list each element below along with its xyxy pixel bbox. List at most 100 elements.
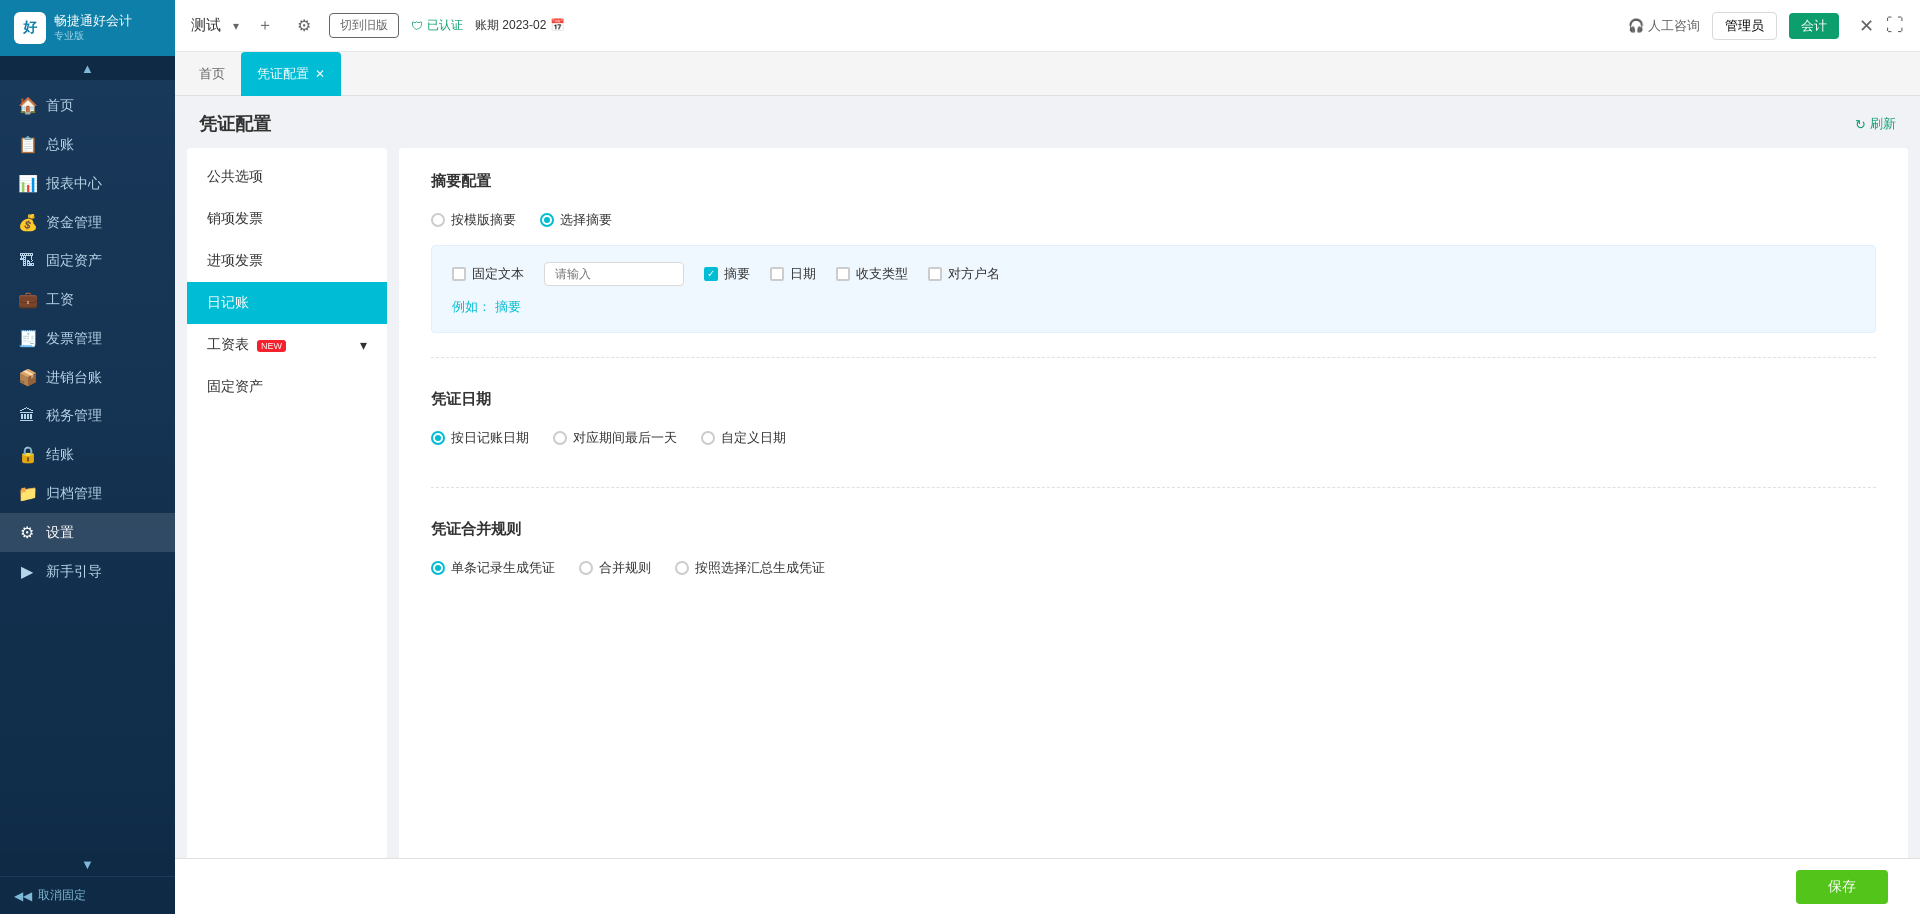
left-nav-public[interactable]: 公共选项 [187,156,387,198]
sidebar-label-capital: 资金管理 [46,214,102,232]
consult-button[interactable]: 🎧 人工咨询 [1628,17,1700,35]
section-summary: 摘要配置 按模版摘要 选择摘要 [431,172,1876,358]
headset-icon: 🎧 [1628,18,1644,33]
sidebar-scroll-up[interactable]: ▲ [0,56,175,80]
tax-icon: 🏛 [18,407,36,425]
sidebar-item-home[interactable]: 🏠 首页 [0,86,175,125]
example-text: 例如： 摘要 [452,298,1855,316]
radio-by-template[interactable]: 按模版摘要 [431,211,516,229]
ledger-icon: 📋 [18,135,36,154]
period-label: 账期 2023-02 📅 [475,17,565,34]
checkbox-date-box [770,267,784,281]
radio-by-journal-date[interactable]: 按日记账日期 [431,429,529,447]
radio-merge-rules[interactable]: 合并规则 [579,559,651,577]
left-nav-journal[interactable]: 日记账 [187,282,387,324]
main-content: 凭证配置 ↻ 刷新 公共选项 销项发票 进项发票 日记账 [175,96,1920,914]
sidebar-item-capital[interactable]: 💰 资金管理 [0,203,175,242]
save-button[interactable]: 保存 [1796,870,1888,904]
right-content: 摘要配置 按模版摘要 选择摘要 [399,148,1908,902]
checkbox-summary[interactable]: 摘要 [704,265,750,283]
left-nav-payroll-table[interactable]: 工资表 NEW ▾ [187,324,387,366]
consult-label: 人工咨询 [1648,17,1700,35]
radio-single-record[interactable]: 单条记录生成凭证 [431,559,555,577]
sidebar-item-settings[interactable]: ⚙ 设置 [0,513,175,552]
checkbox-date[interactable]: 日期 [770,265,816,283]
radio-custom-date[interactable]: 自定义日期 [701,429,786,447]
logo-text-block: 畅捷通好会计 专业版 [54,13,132,44]
sidebar-item-ledger[interactable]: 📋 总账 [0,125,175,164]
radio-custom-date-label: 自定义日期 [721,429,786,447]
switch-old-version-button[interactable]: 切到旧版 [329,13,399,38]
left-nav-fixed-assets[interactable]: 固定资产 [187,366,387,408]
assets-icon: 🏗 [18,252,36,270]
admin-button[interactable]: 管理员 [1712,12,1777,40]
tab-voucher-config[interactable]: 凭证配置 ✕ [241,52,341,96]
sidebar-label-archive: 归档管理 [46,485,102,503]
radio-period-last-day-label: 对应期间最后一天 [573,429,677,447]
left-nav-public-label: 公共选项 [207,168,263,184]
archive-icon: 📁 [18,484,36,503]
sidebar-item-report[interactable]: 📊 报表中心 [0,164,175,203]
section-merge-title: 凭证合并规则 [431,520,1876,539]
sidebar-item-archive[interactable]: 📁 归档管理 [0,474,175,513]
checkbox-counterpart[interactable]: 对方户名 [928,265,1000,283]
sidebar-label-home: 首页 [46,97,74,115]
window-expand-icon[interactable]: ⛶ [1886,15,1904,36]
left-nav-sales-invoice-label: 销项发票 [207,210,263,226]
radio-select-summary[interactable]: 选择摘要 [540,211,612,229]
radio-select-summary-circle [540,213,554,227]
add-button[interactable]: ＋ [251,11,279,40]
sidebar-label-ledger: 总账 [46,136,74,154]
checkbox-pay-type-label: 收支类型 [856,265,908,283]
refresh-button[interactable]: ↻ 刷新 [1855,115,1896,133]
bottom-bar: 保存 [175,858,1920,914]
report-icon: 📊 [18,174,36,193]
page-header: 凭证配置 ↻ 刷新 [175,96,1920,148]
sidebar-label-close: 结账 [46,446,74,464]
pin-icon: ◀◀ [14,889,32,903]
date-options-row: 按日记账日期 对应期间最后一天 自定义日期 [431,429,1876,447]
radio-period-last-day[interactable]: 对应期间最后一天 [553,429,677,447]
example-prefix: 例如： [452,299,491,314]
tab-close-icon[interactable]: ✕ [315,67,325,81]
radio-merge-rules-label: 合并规则 [599,559,651,577]
window-close-icon[interactable]: ✕ [1859,15,1874,37]
radio-by-journal-date-label: 按日记账日期 [451,429,529,447]
sidebar-item-guide[interactable]: ▶ 新手引导 [0,552,175,591]
checkbox-pay-type-box [836,267,850,281]
sidebar-item-payroll[interactable]: 💼 工资 [0,280,175,319]
sidebar-item-sales[interactable]: 📦 进销台账 [0,358,175,397]
radio-by-journal-date-circle [431,431,445,445]
logo-subtitle: 专业版 [54,29,132,43]
home-icon: 🏠 [18,96,36,115]
project-dropdown-icon[interactable]: ▾ [233,19,239,33]
tab-home-label: 首页 [199,65,225,83]
sidebar-item-tax[interactable]: 🏛 税务管理 [0,397,175,435]
checkbox-summary-box [704,267,718,281]
checkbox-fixed-text[interactable]: 固定文本 [452,265,524,283]
sidebar-item-invoice[interactable]: 🧾 发票管理 [0,319,175,358]
role-button[interactable]: 会计 [1789,13,1839,39]
settings-button[interactable]: ⚙ [291,12,317,39]
left-nav-sales-invoice[interactable]: 销项发票 [187,198,387,240]
fixed-text-input[interactable] [544,262,684,286]
tab-home[interactable]: 首页 [183,52,241,96]
checkbox-pay-type[interactable]: 收支类型 [836,265,908,283]
tab-voucher-config-label: 凭证配置 [257,65,309,83]
page-title: 凭证配置 [199,112,271,136]
settings-icon: ⚙ [18,523,36,542]
close-period-icon: 🔒 [18,445,36,464]
radio-by-template-circle [431,213,445,227]
sidebar-scroll-down[interactable]: ▼ [0,852,175,876]
radio-by-selection[interactable]: 按照选择汇总生成凭证 [675,559,825,577]
invoice-icon: 🧾 [18,329,36,348]
guide-icon: ▶ [18,562,36,581]
sidebar-logo: 好 畅捷通好会计 专业版 [0,0,175,56]
logo-icon: 好 [14,12,46,44]
sidebar-cancel-pin[interactable]: ◀◀ 取消固定 [0,876,175,914]
shield-icon: 🛡 [411,19,423,33]
sidebar-item-close[interactable]: 🔒 结账 [0,435,175,474]
left-nav-purchase-invoice[interactable]: 进项发票 [187,240,387,282]
section-merge: 凭证合并规则 单条记录生成凭证 合并规则 按照选择汇总生成凭证 [431,520,1876,617]
sidebar-item-assets[interactable]: 🏗 固定资产 [0,242,175,280]
